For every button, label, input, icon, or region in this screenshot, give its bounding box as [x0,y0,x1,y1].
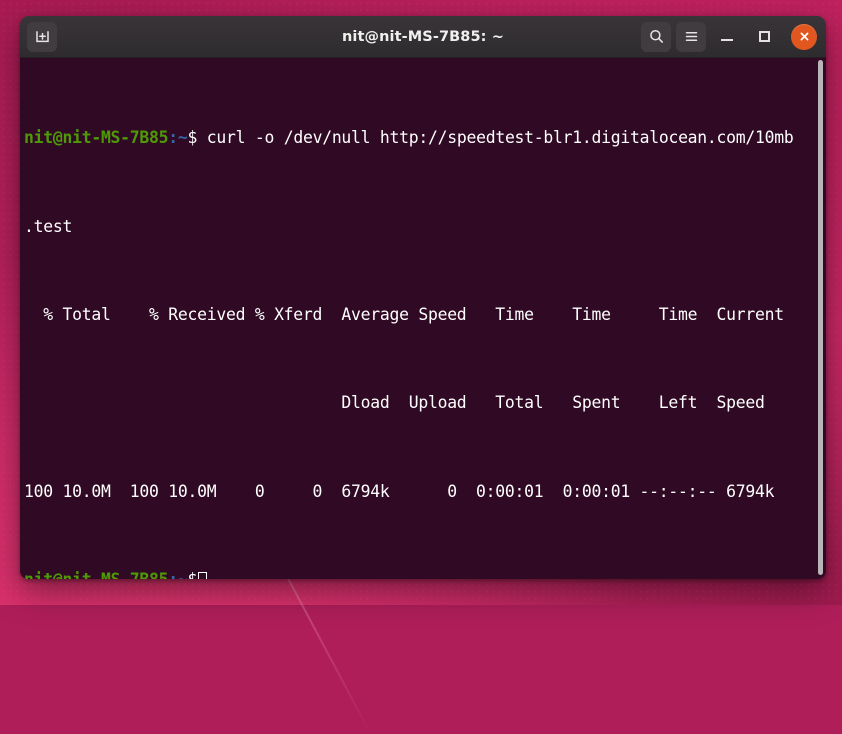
terminal-screen[interactable]: nit@nit-MS-7B85:~$ curl -o /dev/null htt… [20,58,826,579]
search-button[interactable] [641,22,671,52]
terminal-line-command-wrap: .test [24,216,806,238]
text-cursor [198,572,207,579]
maximize-button[interactable] [748,21,780,53]
terminal-line-header-2: Dload Upload Total Spent Left Speed [24,392,806,414]
maximize-icon [759,31,770,42]
titlebar-controls [641,21,819,53]
terminal-line-header-1: % Total % Received % Xferd Average Speed… [24,304,806,326]
prompt-path: :~ [168,128,187,147]
prompt-user: nit@nit-MS-7B85 [24,128,168,147]
search-icon [648,28,665,45]
command-text: curl -o /dev/null http://speedtest-blr1.… [207,128,794,147]
close-button[interactable] [791,24,817,50]
prompt-path-2: :~ [168,570,187,579]
terminal-output: nit@nit-MS-7B85:~$ curl -o /dev/null htt… [24,61,806,579]
menu-button[interactable] [676,22,706,52]
hamburger-menu-icon [683,28,700,45]
terminal-line-command: nit@nit-MS-7B85:~$ curl -o /dev/null htt… [24,127,806,149]
new-tab-button[interactable] [27,22,57,52]
terminal-scrollbar[interactable] [818,60,823,575]
prompt-user-2: nit@nit-MS-7B85 [24,570,168,579]
terminal-line-stats: 100 10.0M 100 10.0M 0 0 6794k 0 0:00:01 … [24,481,806,503]
new-tab-icon [34,28,51,45]
terminal-line-prompt: nit@nit-MS-7B85:~$ [24,569,806,579]
terminal-scrollbar-thumb[interactable] [818,60,823,575]
minimize-icon [721,39,733,41]
command-wrap-text: .test [24,217,72,236]
terminal-window: nit@nit-MS-7B85: ~ [20,16,826,579]
prompt-symbol-2: $ [188,570,198,579]
window-title-bar[interactable]: nit@nit-MS-7B85: ~ [20,16,826,58]
minimize-button[interactable] [711,21,743,53]
close-icon [798,30,811,43]
prompt-symbol: $ [188,128,198,147]
